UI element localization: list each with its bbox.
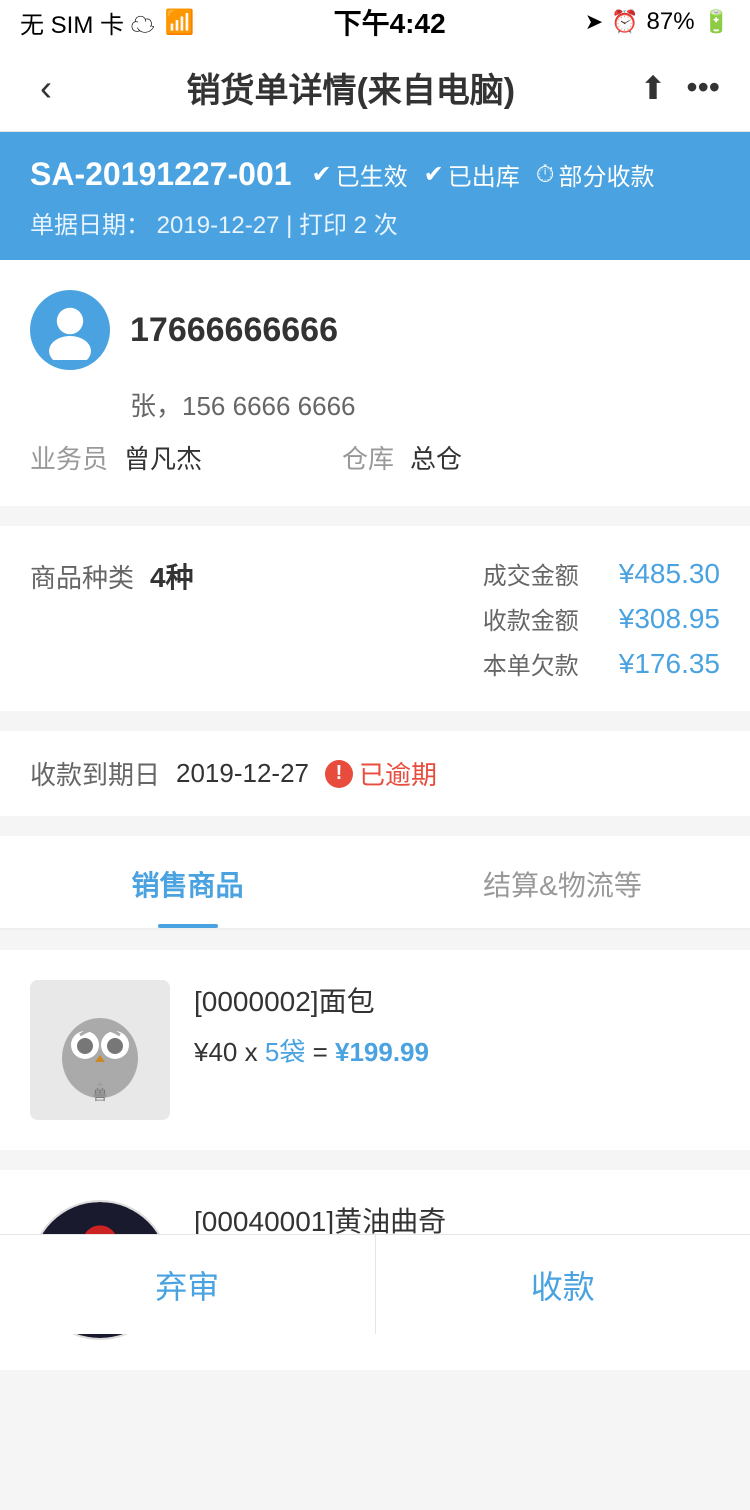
product-type-label: 商品种类: [30, 558, 134, 595]
customer-info-row: 业务员 曾凡杰 仓库 总仓: [30, 439, 720, 476]
product-price-bread: ¥40 x 5袋 = ¥199.99: [194, 1032, 720, 1069]
product-thumb-bread: 兽 +: [30, 980, 170, 1120]
date-label: 单据日期：: [30, 212, 150, 239]
location-icon: ➤: [585, 9, 603, 35]
order-date-line: 单据日期： 2019-12-27 | 打印 2 次: [30, 205, 720, 240]
collect-payment-button[interactable]: 收款: [376, 1235, 750, 1334]
received-amount-row: 收款金额 ¥308.95: [483, 601, 720, 636]
bread-multiply: x: [245, 1037, 265, 1067]
wifi-icon: 📶: [165, 8, 195, 37]
status-tag-effective: ✔ 已生效: [312, 157, 408, 192]
bread-total: ¥199.99: [335, 1037, 429, 1067]
clock-icon-partial: ⏱: [536, 161, 555, 189]
owed-label: 本单欠款: [483, 646, 579, 681]
product-type-info: 商品种类 4种: [30, 556, 194, 596]
due-label: 收款到期日: [30, 755, 160, 792]
status-right: ➤ ⏰ 87% 🔋: [585, 8, 730, 36]
overdue-text: 已逾期: [359, 755, 437, 792]
battery-label: 87%: [647, 8, 695, 36]
staff-name: 曾凡杰: [124, 439, 202, 476]
owed-amount-row: 本单欠款 ¥176.35: [483, 646, 720, 681]
warehouse-info: 仓库 总仓: [342, 439, 462, 476]
status-left: 无 SIM 卡 ☁ 📶: [20, 5, 195, 40]
customer-avatar: [30, 290, 110, 370]
more-icon[interactable]: •••: [686, 69, 720, 106]
nav-bar: ‹ 销货单详情(来自电脑) ⬆ •••: [0, 44, 750, 132]
due-date-section: 收款到期日 2019-12-27 ! 已逾期: [0, 731, 750, 816]
product-info-bread: [0000002]面包 ¥40 x 5袋 = ¥199.99: [194, 980, 720, 1069]
check-icon-effective: ✔: [312, 160, 332, 189]
bottom-bar: 弃审 收款: [0, 1234, 750, 1334]
bread-equals: =: [313, 1037, 335, 1067]
back-button[interactable]: ‹: [30, 57, 62, 119]
tab-sales-products[interactable]: 销售商品: [0, 836, 375, 928]
status-tag-shipped: ✔ 已出库: [424, 157, 520, 192]
transaction-amount: ¥485.30: [619, 558, 720, 590]
order-header-banner: SA-20191227-001 ✔ 已生效 ✔ 已出库 ⏱ 部分收款 单据日期：…: [0, 132, 750, 260]
status-tags: ✔ 已生效 ✔ 已出库 ⏱ 部分收款: [312, 157, 655, 192]
battery-icon: 🔋: [703, 9, 730, 35]
tab-settlement-logistics[interactable]: 结算&物流等: [375, 836, 750, 928]
warehouse-name: 总仓: [410, 439, 462, 476]
alarm-icon: ⏰: [611, 9, 638, 35]
amount-stats: 成交金额 ¥485.30 收款金额 ¥308.95 本单欠款 ¥176.35: [483, 556, 720, 681]
owed-amount: ¥176.35: [619, 648, 720, 680]
status-time: 下午4:42: [334, 2, 446, 42]
product-type-value: 4种: [150, 556, 194, 596]
customer-name-phone: 张，156 6666 6666: [30, 386, 720, 423]
reject-button[interactable]: 弃审: [0, 1235, 376, 1334]
customer-section: 17666666666 张，156 6666 6666 业务员 曾凡杰 仓库 总…: [0, 260, 750, 506]
bread-qty: 5袋: [265, 1037, 305, 1067]
svg-text:+: +: [97, 1079, 103, 1091]
due-date-value: 2019-12-27: [176, 758, 309, 789]
tabs-section: 销售商品 结算&物流等: [0, 836, 750, 930]
product-name-bread: [0000002]面包: [194, 980, 720, 1020]
product-item-bread: 兽 + [0000002]面包 ¥40 x 5袋 = ¥199.99: [0, 950, 750, 1150]
page-title: 销货单详情(来自电脑): [186, 63, 515, 112]
overdue-dot-icon: !: [325, 760, 353, 788]
staff-label: 业务员: [30, 439, 108, 476]
sim-label: 无 SIM 卡 ☁: [20, 5, 155, 40]
warehouse-label: 仓库: [342, 439, 394, 476]
check-icon-shipped: ✔: [424, 160, 444, 189]
order-date: 2019-12-27: [157, 212, 280, 239]
status-bar: 无 SIM 卡 ☁ 📶 下午4:42 ➤ ⏰ 87% 🔋: [0, 0, 750, 44]
nav-actions: ⬆ •••: [640, 69, 720, 107]
received-amount: ¥308.95: [619, 603, 720, 635]
received-label: 收款金额: [483, 601, 579, 636]
print-count: | 打印 2 次: [286, 212, 398, 239]
share-icon[interactable]: ⬆: [640, 69, 667, 107]
transaction-amount-row: 成交金额 ¥485.30: [483, 556, 720, 591]
customer-phone: 17666666666: [130, 311, 338, 350]
transaction-label: 成交金额: [483, 556, 579, 591]
bread-unit-price: ¥40: [194, 1037, 237, 1067]
product-list: 兽 + [0000002]面包 ¥40 x 5袋 = ¥199.99: [0, 950, 750, 1510]
status-tag-partial: ⏱ 部分收款: [536, 157, 655, 192]
stats-section: 商品种类 4种 成交金额 ¥485.30 收款金额 ¥308.95 本单欠款 ¥…: [0, 526, 750, 711]
overdue-badge: ! 已逾期: [325, 755, 437, 792]
order-id: SA-20191227-001: [30, 156, 292, 193]
staff-info: 业务员 曾凡杰: [30, 439, 202, 476]
